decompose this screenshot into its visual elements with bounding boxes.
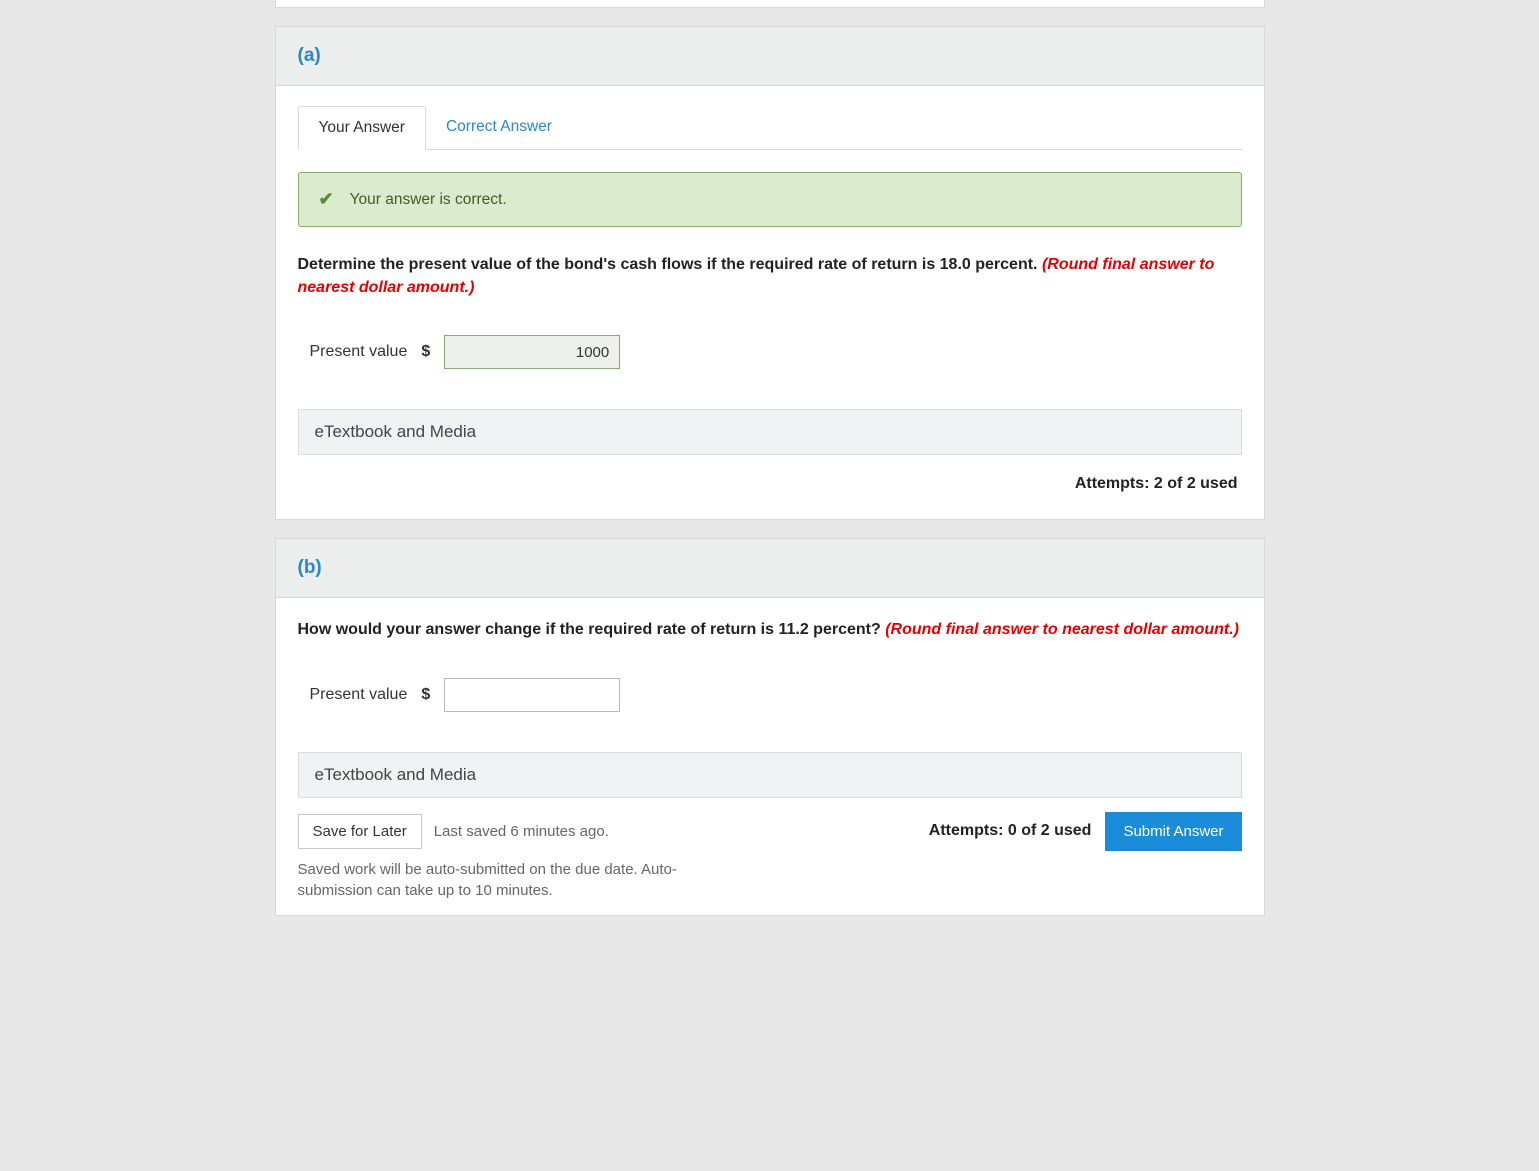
last-saved-text: Last saved 6 minutes ago. — [434, 823, 609, 840]
tab-correct-answer[interactable]: Correct Answer — [426, 106, 572, 149]
attempts-b: Attempts: 0 of 2 used — [929, 822, 1092, 840]
footer-row-b: Save for Later Last saved 6 minutes ago.… — [298, 812, 1242, 851]
question-b-hint: (Round final answer to nearest dollar am… — [885, 621, 1239, 638]
question-part-b: (b) How would your answer change if the … — [275, 538, 1265, 915]
present-value-input-b[interactable] — [444, 678, 620, 712]
submit-answer-button[interactable]: Submit Answer — [1105, 812, 1241, 851]
correct-alert: ✔ Your answer is correct. — [298, 172, 1242, 227]
check-icon: ✔ — [319, 189, 334, 210]
save-for-later-button[interactable]: Save for Later — [298, 814, 422, 849]
correct-alert-text: Your answer is correct. — [350, 191, 507, 209]
previous-card-stub — [275, 0, 1265, 8]
present-value-input-a — [444, 335, 620, 369]
input-row-b: Present value $ — [298, 672, 1242, 752]
question-b-main: How would your answer change if the requ… — [298, 621, 886, 638]
present-value-label-b: Present value — [310, 686, 408, 704]
footer-right-group: Attempts: 0 of 2 used Submit Answer — [929, 812, 1242, 851]
attempts-a: Attempts: 2 of 2 used — [298, 469, 1242, 505]
currency-symbol-a: $ — [421, 343, 430, 361]
tab-your-answer[interactable]: Your Answer — [298, 106, 426, 150]
auto-submit-note: Saved work will be auto-submitted on the… — [298, 859, 718, 901]
input-row-a: Present value $ — [298, 329, 1242, 409]
answer-tabs: Your Answer Correct Answer — [298, 106, 1242, 150]
part-b-header: (b) — [276, 539, 1264, 598]
question-part-a: (a) Your Answer Correct Answer ✔ Your an… — [275, 26, 1265, 520]
etextbook-bar-a[interactable]: eTextbook and Media — [298, 409, 1242, 455]
footer-left-group: Save for Later Last saved 6 minutes ago. — [298, 814, 609, 849]
part-a-header: (a) — [276, 27, 1264, 86]
currency-symbol-b: $ — [421, 686, 430, 704]
etextbook-bar-b[interactable]: eTextbook and Media — [298, 752, 1242, 798]
present-value-label-a: Present value — [310, 343, 408, 361]
question-a-text: Determine the present value of the bond'… — [298, 253, 1242, 299]
question-b-text: How would your answer change if the requ… — [298, 618, 1242, 641]
question-a-main: Determine the present value of the bond'… — [298, 256, 1042, 273]
